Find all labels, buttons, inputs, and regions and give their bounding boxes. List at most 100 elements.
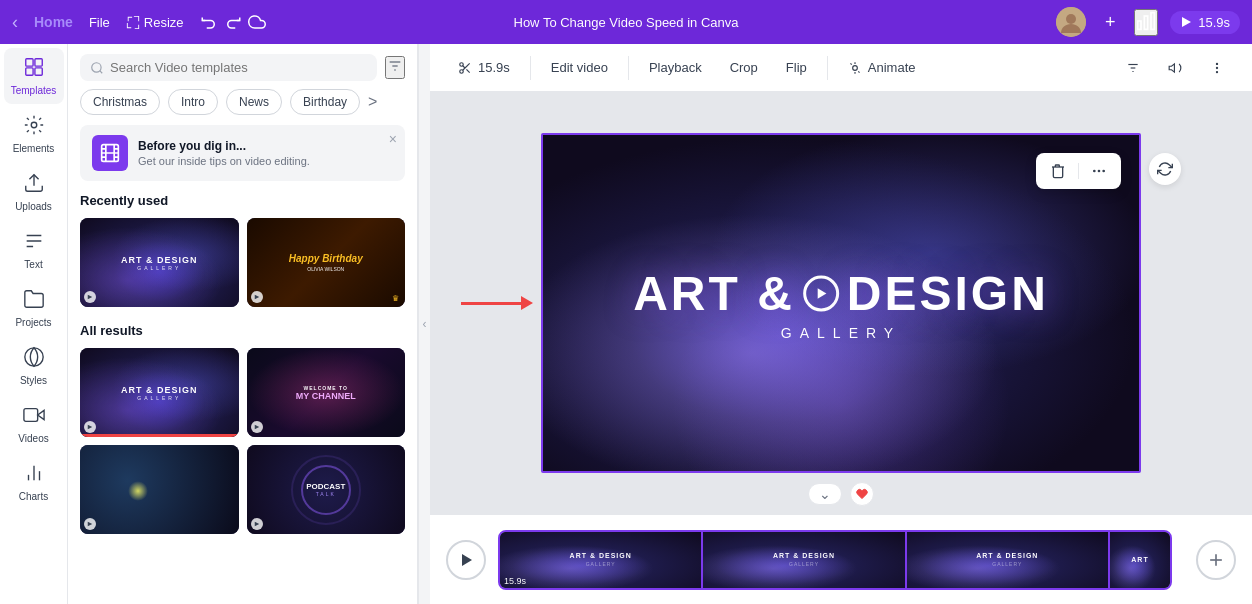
elements-icon [23,114,45,140]
crop-button[interactable]: Crop [718,54,770,81]
svg-marker-24 [88,295,93,300]
svg-point-41 [1216,67,1217,68]
svg-point-35 [852,65,857,70]
timeline-clip-2[interactable]: ART & DESIGN GALLERY [703,532,904,588]
svg-point-18 [92,62,101,71]
edit-video-label-button[interactable]: Edit video [539,54,620,81]
svg-rect-8 [25,68,32,75]
svg-rect-4 [1151,12,1154,29]
back-arrow-icon[interactable]: ‹ [12,12,18,33]
template-card-art-design-2[interactable]: ART & DESIGN GALLERY [80,348,239,437]
template-card-my-channel[interactable]: WELCOME TO MY CHANNEL [247,348,406,437]
svg-point-40 [1216,63,1217,64]
promo-close-button[interactable]: × [389,131,397,147]
undo-button[interactable] [200,13,218,31]
more-options-button[interactable] [1198,55,1236,81]
svg-rect-3 [1145,16,1148,29]
avatar[interactable] [1056,7,1086,37]
sidebar-label-templates: Templates [11,85,57,96]
edit-video-button[interactable]: 15.9s [446,54,522,81]
analytics-button[interactable] [1134,9,1158,36]
redo-button[interactable] [224,13,242,31]
svg-rect-2 [1138,21,1141,29]
svg-point-31 [460,69,464,73]
timeline-play-button[interactable] [446,540,486,580]
play-indicator-4 [251,421,263,433]
filter-icon [387,58,403,74]
home-button[interactable]: Home [34,14,73,30]
timeline-clip-3[interactable]: ART & DESIGN GALLERY [907,532,1108,588]
file-button[interactable]: File [89,15,110,30]
clip-title-2: ART & DESIGN [773,552,835,559]
template-card-art-design-1[interactable]: ART & DESIGN GALLERY [80,218,239,307]
template-card-birthday-1[interactable]: Happy Birthday OLIVIA WILSON ♛ [247,218,406,307]
videos-icon [23,404,45,430]
templates-scroll: Recently used ART & DESIGN GALLERY [68,193,417,604]
chip-news[interactable]: News [226,89,282,115]
preview-button[interactable]: 15.9s [1170,11,1240,34]
canvas-main-text: ART & DESIGN [633,266,1049,321]
timeline-clip-4[interactable]: ART [1110,532,1170,588]
sidebar-item-videos[interactable]: Videos [4,396,64,452]
trash-icon [1050,163,1066,179]
heart-button[interactable] [850,482,874,506]
refresh-button[interactable] [1149,153,1181,185]
chip-birthday[interactable]: Birthday [290,89,360,115]
canvas-wrapper: ART & DESIGN GALLERY [430,92,1252,514]
playback-label: Playback [649,60,702,75]
template-card-podcast[interactable]: PODCAST TALK [247,445,406,534]
cloud-button[interactable] [248,13,266,31]
template-card-star[interactable] [80,445,239,534]
filter-toolbar-button[interactable] [1114,55,1152,81]
main-content: Templates Elements Uploads Text Projects [0,44,1252,604]
sidebar-item-styles[interactable]: Styles [4,338,64,394]
sidebar-item-text[interactable]: Text [4,222,64,278]
sidebar-item-templates[interactable]: Templates [4,48,64,104]
animate-button[interactable]: Animate [836,54,928,81]
timeline-controls [446,540,486,580]
search-input[interactable] [110,60,367,75]
collapse-timeline-button[interactable]: ⌄ [808,483,842,505]
play-indicator-6 [251,518,263,530]
canvas-text-part2: DESIGN [847,266,1049,321]
timeline-clip-1[interactable]: ART & DESIGN GALLERY 15.9s [500,532,701,588]
panel-collapse-handle[interactable]: ‹ [418,44,430,604]
svg-rect-14 [23,409,37,422]
more-popup-button[interactable] [1087,159,1111,183]
sidebar-item-elements[interactable]: Elements [4,106,64,162]
sidebar-item-projects[interactable]: Projects [4,280,64,336]
delete-button[interactable] [1046,159,1070,183]
clip-title-1: ART & DESIGN [570,552,632,559]
svg-point-42 [1216,71,1217,72]
category-chips: Christmas Intro News Birthday > [68,89,417,125]
flip-button[interactable]: Flip [774,54,819,81]
playback-button[interactable]: Playback [637,54,714,81]
crown-icon: ♛ [392,294,399,303]
sidebar-item-charts[interactable]: Charts [4,454,64,510]
templates-icon [23,56,45,82]
add-people-button[interactable]: + [1098,10,1122,34]
sidebar-item-uploads[interactable]: Uploads [4,164,64,220]
plus-icon [1206,550,1226,570]
svg-marker-25 [254,295,259,300]
svg-marker-28 [88,522,93,527]
clip-title-3: ART & DESIGN [976,552,1038,559]
scissors-icon [458,61,472,75]
text-icon [23,230,45,256]
chip-intro[interactable]: Intro [168,89,218,115]
chip-christmas[interactable]: Christmas [80,89,160,115]
refresh-icon [1157,161,1173,177]
volume-button[interactable] [1156,55,1194,81]
more-categories-button[interactable]: > [368,93,377,111]
search-input-wrap [80,54,377,81]
svg-point-44 [1094,170,1095,171]
svg-point-45 [1098,170,1099,171]
add-clip-button[interactable] [1196,540,1236,580]
resize-button[interactable]: Resize [126,15,184,30]
styles-icon [23,346,45,372]
svg-rect-6 [25,59,32,66]
svg-marker-5 [1182,17,1191,27]
filter-button[interactable] [385,56,405,79]
timeline-clips: ART & DESIGN GALLERY 15.9s ART & DESI [498,530,1172,590]
svg-marker-27 [254,425,259,430]
